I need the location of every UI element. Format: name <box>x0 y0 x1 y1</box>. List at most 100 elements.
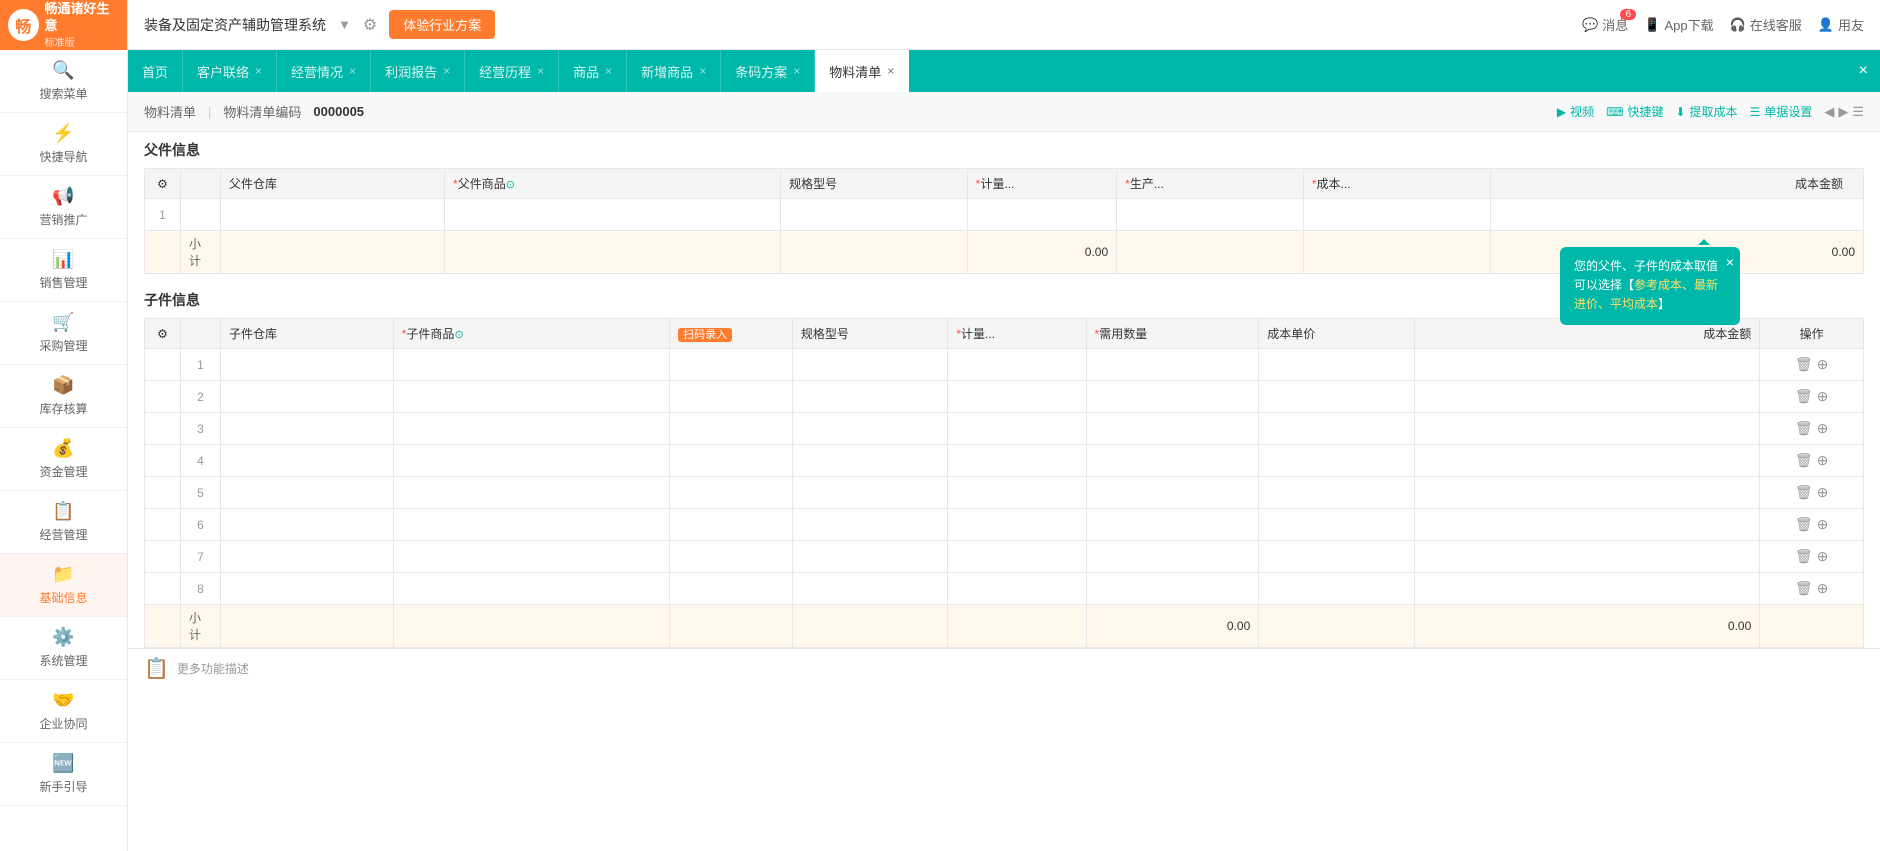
child-row-4-qty[interactable] <box>1086 445 1259 477</box>
copy-row-4-icon[interactable]: ⊕ <box>1817 452 1829 469</box>
tab-customer[interactable]: 客户联络 × <box>183 50 277 92</box>
tab-barcode[interactable]: 条码方案 × <box>721 50 815 92</box>
user-avatar[interactable]: 👤 用友 <box>1818 15 1864 34</box>
copy-row-6-icon[interactable]: ⊕ <box>1817 516 1829 533</box>
child-row-3-warehouse[interactable] <box>221 413 394 445</box>
tab-add-product-close[interactable]: × <box>699 64 706 78</box>
child-th-scan[interactable]: 扫码录入 <box>670 319 793 349</box>
parent-row-1-unit[interactable] <box>967 199 1116 231</box>
sidebar-item-purchase[interactable]: 🛒 采购管理 <box>0 302 127 365</box>
child-row-4-product[interactable] <box>393 445 669 477</box>
child-row-6-qty[interactable] <box>1086 509 1259 541</box>
tab-bom[interactable]: 物料清单 × <box>815 50 909 92</box>
tab-profit-close[interactable]: × <box>443 64 450 78</box>
delete-row-7-icon[interactable]: 🗑 <box>1795 548 1813 565</box>
child-row-8-warehouse[interactable] <box>221 573 394 605</box>
copy-row-5-icon[interactable]: ⊕ <box>1817 484 1829 501</box>
child-th-settings[interactable]: ⚙ <box>145 319 181 349</box>
trial-button[interactable]: 体验行业方案 <box>389 10 495 39</box>
child-row-4-spec[interactable] <box>792 445 947 477</box>
sidebar-item-marketing[interactable]: 📢 营销推广 <box>0 176 127 239</box>
child-row-3-product[interactable] <box>393 413 669 445</box>
sidebar-item-finance[interactable]: 💰 资金管理 <box>0 428 127 491</box>
child-row-8-spec[interactable] <box>792 573 947 605</box>
sidebar-item-search[interactable]: 🔍 搜索菜单 <box>0 50 127 113</box>
child-row-7-warehouse[interactable] <box>221 541 394 573</box>
shortcut-button[interactable]: ⌨ 快捷键 <box>1606 103 1663 120</box>
child-row-2-product[interactable] <box>393 381 669 413</box>
delete-row-1-icon[interactable]: 🗑 <box>1795 356 1813 373</box>
child-row-1-qty[interactable] <box>1086 349 1259 381</box>
child-row-2-warehouse[interactable] <box>221 381 394 413</box>
child-row-1-warehouse[interactable] <box>221 349 394 381</box>
tab-history-close[interactable]: × <box>537 64 544 78</box>
child-row-5-warehouse[interactable] <box>221 477 394 509</box>
online-service-button[interactable]: 🎧 在线客服 <box>1730 15 1802 34</box>
copy-row-3-icon[interactable]: ⊕ <box>1817 420 1829 437</box>
child-row-3-qty[interactable] <box>1086 413 1259 445</box>
parent-row-1-spec[interactable] <box>781 199 968 231</box>
child-row-6-unit[interactable] <box>948 509 1086 541</box>
delete-row-3-icon[interactable]: 🗑 <box>1795 420 1813 437</box>
delete-row-6-icon[interactable]: 🗑 <box>1795 516 1813 533</box>
sidebar-item-quick-nav[interactable]: ⚡ 快捷导航 <box>0 113 127 176</box>
sidebar-item-operation[interactable]: 📋 经营管理 <box>0 491 127 554</box>
breadcrumb-bom[interactable]: 物料清单 <box>144 102 196 121</box>
child-row-7-spec[interactable] <box>792 541 947 573</box>
child-row-1-product[interactable] <box>393 349 669 381</box>
child-row-6-spec[interactable] <box>792 509 947 541</box>
sidebar-item-enterprise[interactable]: 🤝 企业协同 <box>0 680 127 743</box>
sidebar-item-basic-info[interactable]: 📁 基础信息 <box>0 554 127 617</box>
parent-row-1-cost[interactable] <box>1303 199 1490 231</box>
delete-row-4-icon[interactable]: 🗑 <box>1795 452 1813 469</box>
parent-row-1-warehouse[interactable] <box>221 199 445 231</box>
child-row-5-product[interactable] <box>393 477 669 509</box>
child-row-6-warehouse[interactable] <box>221 509 394 541</box>
tab-product[interactable]: 商品 × <box>559 50 627 92</box>
child-row-5-qty[interactable] <box>1086 477 1259 509</box>
tooltip-close-button[interactable]: × <box>1726 251 1734 273</box>
tab-customer-close[interactable]: × <box>255 64 262 78</box>
child-row-6-unit-cost[interactable] <box>1259 509 1414 541</box>
tab-bom-close[interactable]: × <box>887 64 894 78</box>
tab-operation-status[interactable]: 经营情况 × <box>277 50 371 92</box>
child-row-5-unit[interactable] <box>948 477 1086 509</box>
sidebar-item-guide[interactable]: 🆕 新手引导 <box>0 743 127 806</box>
child-row-3-unit-cost[interactable] <box>1259 413 1414 445</box>
child-row-3-unit[interactable] <box>948 413 1086 445</box>
child-row-8-qty[interactable] <box>1086 573 1259 605</box>
child-row-6-product[interactable] <box>393 509 669 541</box>
copy-row-7-icon[interactable]: ⊕ <box>1817 548 1829 565</box>
child-row-2-unit[interactable] <box>948 381 1086 413</box>
child-row-2-unit-cost[interactable] <box>1259 381 1414 413</box>
system-selector[interactable]: ▼ <box>338 17 351 32</box>
child-row-7-unit[interactable] <box>948 541 1086 573</box>
single-settings-button[interactable]: ☰ 单据设置 <box>1750 103 1813 120</box>
close-all-tabs[interactable]: × <box>1847 50 1880 92</box>
child-row-1-spec[interactable] <box>792 349 947 381</box>
delete-row-5-icon[interactable]: 🗑 <box>1795 484 1813 501</box>
copy-row-1-icon[interactable]: ⊕ <box>1817 356 1829 373</box>
child-row-4-unit-cost[interactable] <box>1259 445 1414 477</box>
video-button[interactable]: ▶ 视频 <box>1557 103 1594 120</box>
tab-profit[interactable]: 利润报告 × <box>371 50 465 92</box>
parent-row-1-production[interactable] <box>1117 199 1304 231</box>
sidebar-item-inventory[interactable]: 📦 库存核算 <box>0 365 127 428</box>
copy-row-2-icon[interactable]: ⊕ <box>1817 388 1829 405</box>
child-row-5-unit-cost[interactable] <box>1259 477 1414 509</box>
child-row-7-qty[interactable] <box>1086 541 1259 573</box>
child-row-2-qty[interactable] <box>1086 381 1259 413</box>
app-download-button[interactable]: 📱 App下载 <box>1644 15 1713 34</box>
parent-row-1-product[interactable] <box>445 199 781 231</box>
copy-row-8-icon[interactable]: ⊕ <box>1817 580 1829 597</box>
sidebar-item-system[interactable]: ⚙️ 系统管理 <box>0 617 127 680</box>
child-row-4-warehouse[interactable] <box>221 445 394 477</box>
tab-add-product[interactable]: 新增商品 × <box>627 50 721 92</box>
child-row-7-product[interactable] <box>393 541 669 573</box>
message-button[interactable]: 💬 消息 6 <box>1582 15 1628 34</box>
tab-close[interactable]: × <box>349 64 356 78</box>
tab-product-close[interactable]: × <box>605 64 612 78</box>
gear-settings-icon[interactable]: ⚙ <box>363 15 377 35</box>
scan-badge[interactable]: 扫码录入 <box>678 328 732 342</box>
extract-cost-button[interactable]: ⬇ 提取成本 <box>1675 103 1737 120</box>
